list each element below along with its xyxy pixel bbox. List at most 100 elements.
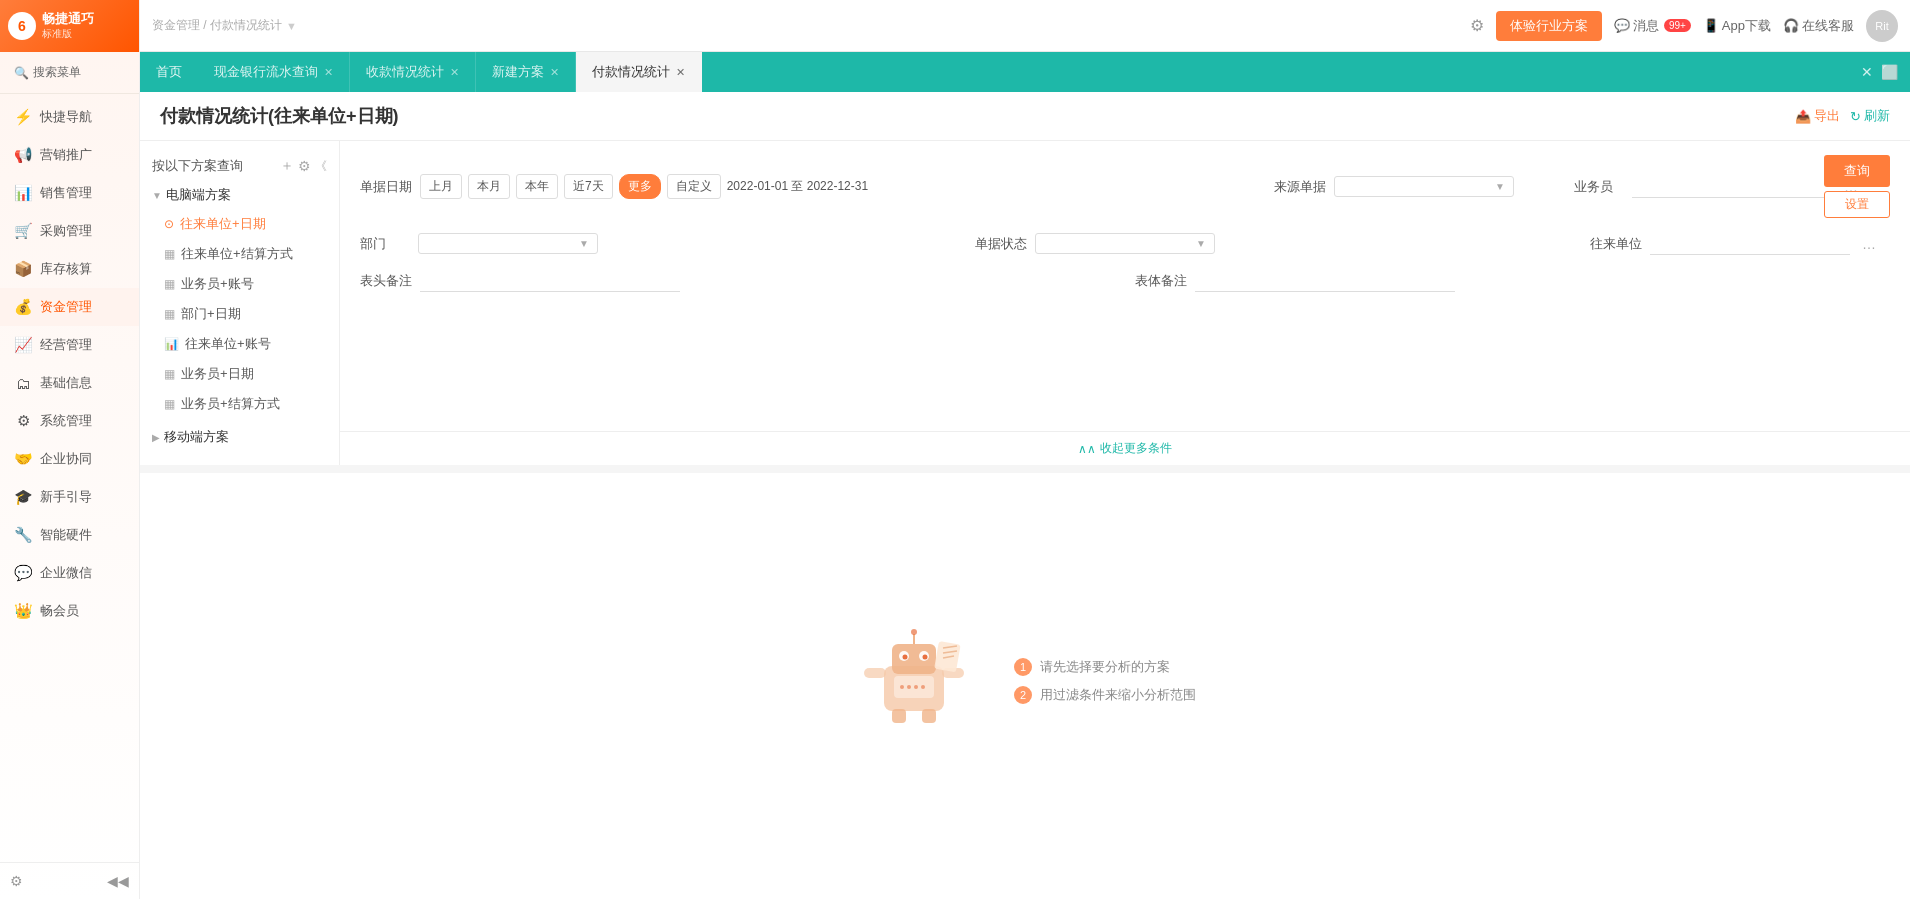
scheme-item-icon-6: ▦ [164,397,175,411]
scheme-item-dept-date[interactable]: ▦ 部门+日期 [140,299,339,329]
nav-item-finance[interactable]: 💰 资金管理 [0,288,139,326]
logo-title: 畅捷通巧 [42,11,94,27]
empty-step-2: 2 用过滤条件来缩小分析范围 [1014,686,1196,704]
online-service-button[interactable]: 🎧 在线客服 [1783,17,1854,35]
marketing-icon: 📢 [14,146,32,164]
partner-menu-button[interactable]: … [1862,236,1876,252]
scheme-collapse-button[interactable]: 《 [315,158,327,175]
tab-payment[interactable]: 付款情况统计 ✕ [576,52,702,92]
scheme-header-actions: ＋ ⚙ 《 [280,157,327,175]
query-button[interactable]: 查询 [1824,155,1890,187]
avatar[interactable]: Rit [1866,10,1898,42]
tab-bank-close[interactable]: ✕ [324,66,333,79]
topbar-actions: ⚙ 体验行业方案 💬 消息 99+ 📱 App下载 🎧 在线客服 Rit [1470,10,1898,42]
tab-new[interactable]: 新建方案 ✕ [476,52,576,92]
nav-item-purchase[interactable]: 🛒 采购管理 [0,212,139,250]
scheme-group-desktop-title[interactable]: ▼ 电脑端方案 [140,181,339,209]
topbar-settings-icon[interactable]: ⚙ [1470,16,1484,35]
sidebar-settings-button[interactable]: ⚙ [10,873,23,889]
date-range-display: 2022-01-01 至 2022-12-31 [727,178,868,195]
step-1-text: 请先选择要分析的方案 [1040,658,1170,676]
note-body-input[interactable] [1195,269,1455,292]
tab-new-close[interactable]: ✕ [550,66,559,79]
message-icon: 💬 [1614,18,1630,33]
sidebar-collapse-button[interactable]: ◀◀ [107,873,129,889]
message-button[interactable]: 💬 消息 99+ [1614,17,1691,35]
date-btn-custom[interactable]: 自定义 [667,174,721,199]
note-header-input[interactable] [420,269,680,292]
scheme-item-unit-account[interactable]: 📊 往来单位+账号 [140,329,339,359]
export-button[interactable]: 📤 导出 [1795,107,1840,125]
tab-home[interactable]: 首页 [140,52,198,92]
nav-item-smarthardware[interactable]: 🔧 智能硬件 [0,516,139,554]
system-icon: ⚙ [14,412,32,430]
service-label: 在线客服 [1802,17,1854,35]
app-download-button[interactable]: 📱 App下载 [1703,17,1771,35]
svg-rect-8 [864,668,886,678]
dept-select[interactable]: ▼ [418,233,598,254]
source-select[interactable]: ▼ [1334,176,1514,197]
empty-step-1: 1 请先选择要分析的方案 [1014,658,1196,676]
sidebar-logo: 6 畅捷通巧 标准版 [0,0,139,52]
nav-item-system[interactable]: ⚙ 系统管理 [0,402,139,440]
date-btn-7days[interactable]: 近7天 [564,174,613,199]
staff-input[interactable] [1632,175,1832,198]
main-area: 资金管理 / 付款情况统计 ▼ ⚙ 体验行业方案 💬 消息 99+ 📱 App下… [140,0,1910,899]
date-btn-this-month[interactable]: 本月 [468,174,510,199]
finance-icon: 💰 [14,298,32,316]
tab-bank[interactable]: 现金银行流水查询 ✕ [198,52,350,92]
date-btn-this-year[interactable]: 本年 [516,174,558,199]
scheme-settings-button[interactable]: ⚙ [298,158,311,174]
svg-point-5 [923,655,928,660]
tab-payment-close[interactable]: ✕ [676,66,685,79]
nav-label-quicknav: 快捷导航 [40,108,92,126]
smarthardware-icon: 🔧 [14,526,32,544]
svg-rect-10 [892,709,906,723]
scheme-panel-header: 按以下方案查询 ＋ ⚙ 《 [140,151,339,181]
filter-field-dept: 部门 ▼ [360,233,955,254]
note-header-label: 表头备注 [360,272,412,290]
scheme-item-unit-date[interactable]: ⊙ 往来单位+日期 [140,209,339,239]
partner-input[interactable] [1650,232,1850,255]
window-maximize-button[interactable]: ⬜ [1881,64,1898,80]
scheme-item-unit-settle[interactable]: ▦ 往来单位+结算方式 [140,239,339,269]
tab-receivable-close[interactable]: ✕ [450,66,459,79]
nav-item-newguide[interactable]: 🎓 新手引导 [0,478,139,516]
nav-item-wechat[interactable]: 💬 企业微信 [0,554,139,592]
nav-item-inventory[interactable]: 📦 库存核算 [0,250,139,288]
nav-item-quicknav[interactable]: ⚡ 快捷导航 [0,98,139,136]
tab-receivable[interactable]: 收款情况统计 ✕ [350,52,476,92]
nav-item-basicinfo[interactable]: 🗂 基础信息 [0,364,139,402]
staff-label: 业务员 [1574,178,1624,196]
scheme-add-button[interactable]: ＋ [280,157,294,175]
settings-button[interactable]: 设置 [1824,191,1890,218]
source-label: 来源单据 [1274,178,1326,196]
industry-solution-button[interactable]: 体验行业方案 [1496,11,1602,41]
docstatus-select-arrow: ▼ [1196,238,1206,249]
date-btn-more[interactable]: 更多 [619,174,661,199]
svg-rect-11 [922,709,936,723]
nav-item-member[interactable]: 👑 畅会员 [0,592,139,630]
nav-item-sales[interactable]: 📊 销售管理 [0,174,139,212]
scheme-item-icon-3: ▦ [164,307,175,321]
docstatus-select[interactable]: ▼ [1035,233,1215,254]
nav-item-marketing[interactable]: 📢 营销推广 [0,136,139,174]
scheme-active-icon: ⊙ [164,217,174,231]
scheme-group-mobile-title[interactable]: ▶ 移动端方案 [140,423,339,451]
scheme-item-staff-date[interactable]: ▦ 业务员+日期 [140,359,339,389]
search-menu-button[interactable]: 🔍 搜索菜单 [10,60,129,85]
collapse-more-button[interactable]: ∧∧ 收起更多条件 [1078,440,1172,457]
window-close-button[interactable]: ✕ [1861,64,1873,80]
refresh-button[interactable]: ↻ 刷新 [1850,107,1890,125]
svg-rect-1 [892,644,936,674]
nav-item-operation[interactable]: 📈 经营管理 [0,326,139,364]
nav-label-operation: 经营管理 [40,336,92,354]
message-label: 消息 [1633,17,1659,35]
enterprise-icon: 🤝 [14,450,32,468]
nav-item-enterprise[interactable]: 🤝 企业协同 [0,440,139,478]
date-btn-last-month[interactable]: 上月 [420,174,462,199]
export-icon: 📤 [1795,109,1811,124]
scheme-item-staff-account[interactable]: ▦ 业务员+账号 [140,269,339,299]
nav-label-inventory: 库存核算 [40,260,92,278]
scheme-item-staff-settle[interactable]: ▦ 业务员+结算方式 [140,389,339,419]
